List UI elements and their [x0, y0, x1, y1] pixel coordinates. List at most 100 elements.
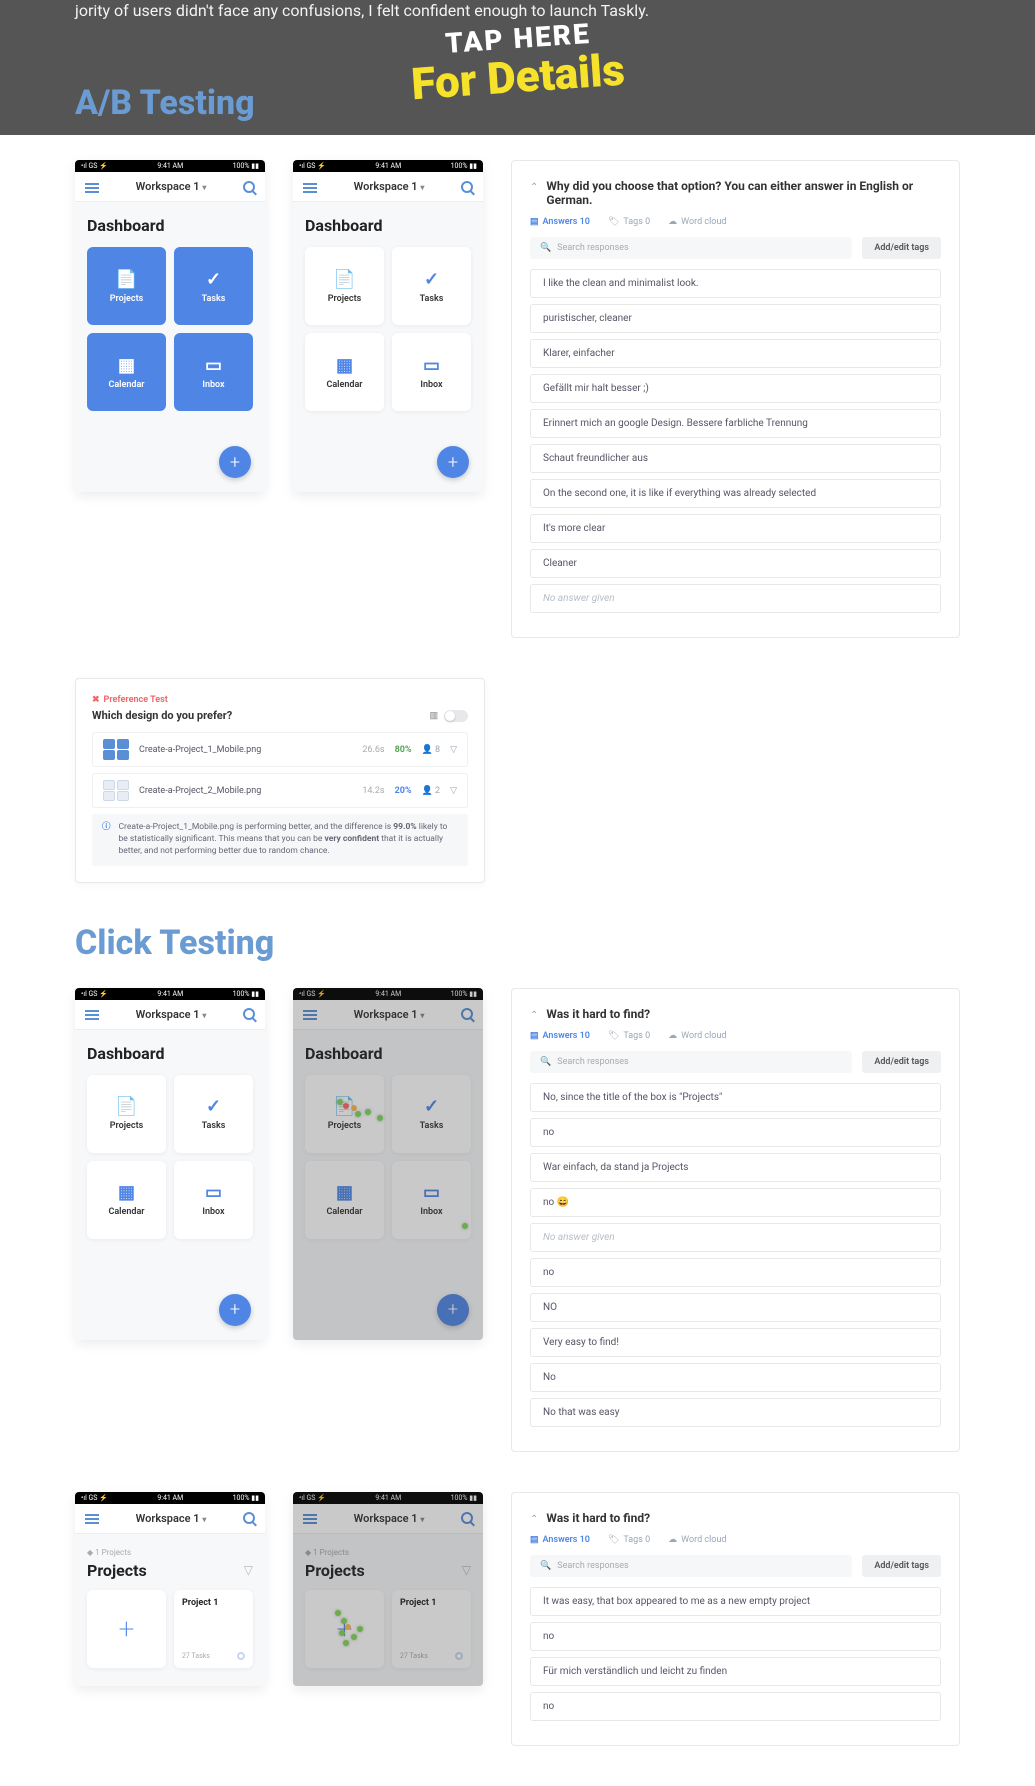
collapse-icon[interactable]: ⌃ [530, 1514, 538, 1525]
tile-projects[interactable]: 📄Projects [87, 1075, 166, 1153]
response-item[interactable]: Erinnert mich an google Design. Bessere … [530, 409, 941, 438]
menu-icon[interactable] [85, 181, 99, 193]
response-item[interactable]: Gefällt mir halt besser ;) [530, 374, 941, 403]
search-icon[interactable] [461, 181, 473, 193]
filter-icon[interactable]: ▽ [462, 1563, 471, 1577]
response-item[interactable]: No, since the title of the box is "Proje… [530, 1083, 941, 1112]
tile-inbox[interactable]: ▭Inbox [392, 333, 471, 411]
fab-add[interactable]: + [437, 446, 469, 478]
response-item[interactable]: Very easy to find! [530, 1328, 941, 1357]
chevron-down-icon: ▾ [202, 1011, 206, 1020]
search-icon[interactable] [243, 1512, 255, 1524]
search-icon[interactable] [243, 1008, 255, 1020]
collapse-icon[interactable]: ⌃ [530, 182, 538, 193]
intro-paragraph: jority of users didn't face any confusio… [75, 0, 960, 22]
collapse-icon[interactable]: ⌃ [530, 1010, 538, 1021]
toggle[interactable] [444, 710, 468, 722]
filter-icon[interactable]: ▽ [450, 786, 457, 796]
search-icon[interactable] [461, 1512, 473, 1524]
question-text: Was it hard to find? [546, 1007, 650, 1021]
response-item[interactable]: War einfach, da stand ja Projects [530, 1153, 941, 1182]
response-item[interactable]: no 😄 [530, 1188, 941, 1217]
response-item[interactable]: I like the clean and minimalist look. [530, 269, 941, 298]
tile-calendar[interactable]: ▦Calendar [305, 1161, 384, 1239]
project-name: Project 1 [182, 1598, 245, 1608]
menu-icon[interactable] [303, 1512, 317, 1524]
tile-calendar[interactable]: ▦Calendar [87, 333, 166, 411]
response-item[interactable]: puristischer, cleaner [530, 304, 941, 333]
add-project-card[interactable]: + [87, 1590, 166, 1668]
chart-mode-icon[interactable]: ▥ [429, 711, 438, 721]
response-item[interactable]: no [530, 1258, 941, 1287]
response-item[interactable]: NO [530, 1293, 941, 1322]
add-edit-tags-button[interactable]: Add/edit tags [862, 237, 941, 259]
calendar-icon: ▦ [118, 1182, 135, 1203]
status-bar: •ıl GS ⚡ 9:41 AM 100% ▮▮ [75, 1492, 265, 1504]
search-responses[interactable]: 🔍 Search responses [530, 1051, 852, 1073]
response-item[interactable]: On the second one, it is like if everyth… [530, 479, 941, 508]
search-icon[interactable] [243, 181, 255, 193]
tile-projects[interactable]: 📄Projects [305, 1075, 384, 1153]
response-item[interactable]: no [530, 1622, 941, 1651]
response-item[interactable]: No [530, 1363, 941, 1392]
workspace-title[interactable]: Workspace 1 ▾ [136, 1008, 207, 1021]
workspace-title[interactable]: Workspace 1 ▾ [136, 1512, 207, 1525]
wordcloud-tab[interactable]: ☁ Word cloud [668, 1535, 726, 1545]
pref-option-2[interactable]: Create-a-Project_2_Mobile.png 14.2s 20% … [92, 773, 468, 808]
menu-icon[interactable] [85, 1008, 99, 1020]
project-card[interactable]: Project 1 27 Tasks [392, 1590, 471, 1668]
filter-icon[interactable]: ▽ [450, 745, 457, 755]
answers-tab[interactable]: ▤ Answers 10 [530, 1535, 590, 1545]
tile-calendar[interactable]: ▦Calendar [305, 333, 384, 411]
wordcloud-tab[interactable]: ☁ Word cloud [668, 1031, 726, 1041]
response-item[interactable]: Für mich verständlich und leicht zu find… [530, 1657, 941, 1686]
tile-tasks[interactable]: ✓Tasks [392, 1075, 471, 1153]
wordcloud-tab[interactable]: ☁ Word cloud [668, 217, 726, 227]
workspace-title[interactable]: Workspace 1 ▾ [354, 1008, 425, 1021]
response-item[interactable]: It's more clear [530, 514, 941, 543]
menu-icon[interactable] [85, 1512, 99, 1524]
document-icon: 📄 [333, 269, 355, 290]
project-card[interactable]: Project 1 27 Tasks [174, 1590, 253, 1668]
tags-tab[interactable]: 🏷 Tags 0 [608, 1031, 650, 1041]
menu-icon[interactable] [303, 181, 317, 193]
tile-tasks[interactable]: ✓Tasks [174, 1075, 253, 1153]
response-item[interactable]: No that was easy [530, 1398, 941, 1427]
fab-add[interactable]: + [437, 1294, 469, 1326]
tile-calendar[interactable]: ▦Calendar [87, 1161, 166, 1239]
answers-tab[interactable]: ▤ Answers 10 [530, 1031, 590, 1041]
tile-inbox[interactable]: ▭Inbox [174, 333, 253, 411]
search-icon[interactable] [461, 1008, 473, 1020]
menu-icon[interactable] [303, 1008, 317, 1020]
pref-option-1[interactable]: Create-a-Project_1_Mobile.png 26.6s 80% … [92, 732, 468, 767]
add-project-card[interactable]: + [305, 1590, 384, 1668]
status-bar: •ıl GS ⚡ 9:41 AM 100% ▮▮ [293, 1492, 483, 1504]
response-item[interactable]: Cleaner [530, 549, 941, 578]
tags-tab[interactable]: 🏷 Tags 0 [608, 1535, 650, 1545]
projects-body: ◆ 1 Projects Projects ▽ + Project 1 27 T… [75, 1534, 265, 1686]
tile-tasks[interactable]: ✓Tasks [392, 247, 471, 325]
response-item[interactable]: Schaut freundlicher aus [530, 444, 941, 473]
search-responses[interactable]: 🔍 Search responses [530, 1555, 852, 1577]
add-edit-tags-button[interactable]: Add/edit tags [862, 1051, 941, 1073]
tile-tasks[interactable]: ✓Tasks [174, 247, 253, 325]
fab-add[interactable]: + [219, 446, 251, 478]
filter-icon[interactable]: ▽ [244, 1563, 253, 1577]
search-responses[interactable]: 🔍 Search responses [530, 237, 852, 259]
add-edit-tags-button[interactable]: Add/edit tags [862, 1555, 941, 1577]
response-item[interactable]: no [530, 1692, 941, 1721]
workspace-title[interactable]: Workspace 1 ▾ [354, 1512, 425, 1525]
response-item[interactable]: It was easy, that box appeared to me as … [530, 1587, 941, 1616]
tile-inbox[interactable]: ▭Inbox [392, 1161, 471, 1239]
response-item[interactable]: no [530, 1118, 941, 1147]
workspace-title[interactable]: Workspace 1 ▾ [136, 180, 207, 193]
tap-callout[interactable]: TAP HERE For Details [411, 22, 625, 103]
tile-projects[interactable]: 📄Projects [87, 247, 166, 325]
fab-add[interactable]: + [219, 1294, 251, 1326]
answers-tab[interactable]: ▤ Answers 10 [530, 217, 590, 227]
tile-inbox[interactable]: ▭Inbox [174, 1161, 253, 1239]
tags-tab[interactable]: 🏷 Tags 0 [608, 217, 650, 227]
response-item[interactable]: Klarer, einfacher [530, 339, 941, 368]
tile-projects[interactable]: 📄Projects [305, 247, 384, 325]
workspace-title[interactable]: Workspace 1 ▾ [354, 180, 425, 193]
